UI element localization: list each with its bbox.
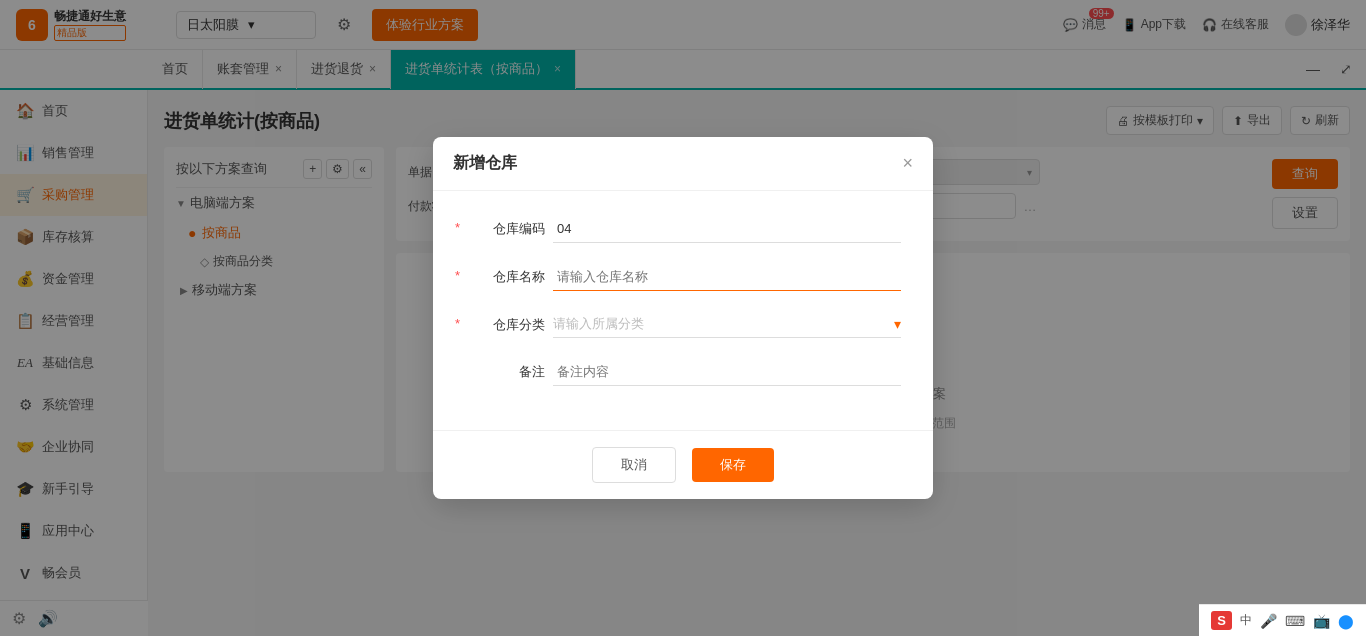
- name-input[interactable]: [553, 263, 901, 291]
- note-input[interactable]: [553, 358, 901, 386]
- name-label: 仓库名称: [465, 268, 545, 286]
- note-label: 备注: [465, 363, 545, 381]
- modal-header: 新增仓库 ×: [433, 137, 933, 191]
- circle-icon[interactable]: ⬤: [1338, 613, 1354, 629]
- form-row-name: 仓库名称: [465, 263, 901, 291]
- category-placeholder: 请输入所属分类: [553, 315, 894, 333]
- new-warehouse-modal: 新增仓库 × 仓库编码 仓库名称 仓库分类 请输入所属分类 ▾: [433, 137, 933, 499]
- form-row-note: 备注: [465, 358, 901, 386]
- mic-icon[interactable]: 🎤: [1260, 613, 1277, 629]
- category-label: 仓库分类: [465, 316, 545, 334]
- cancel-button[interactable]: 取消: [592, 447, 676, 483]
- monitor-icon[interactable]: 📺: [1313, 613, 1330, 629]
- modal-title: 新增仓库: [453, 153, 517, 174]
- keyboard-icon[interactable]: ⌨: [1285, 613, 1305, 629]
- modal-body: 仓库编码 仓库名称 仓库分类 请输入所属分类 ▾ 备注: [433, 191, 933, 430]
- s-logo-bar: S 中 🎤 ⌨ 📺 ⬤: [1199, 604, 1366, 636]
- modal-overlay[interactable]: 新增仓库 × 仓库编码 仓库名称 仓库分类 请输入所属分类 ▾: [0, 0, 1366, 636]
- category-dropdown-icon[interactable]: ▾: [894, 316, 901, 332]
- zhong-label: 中: [1240, 612, 1252, 629]
- s-bar-icons: 🎤 ⌨ 📺 ⬤: [1260, 613, 1354, 629]
- s-logo: S: [1211, 611, 1232, 630]
- code-input[interactable]: [553, 215, 901, 243]
- save-button[interactable]: 保存: [692, 448, 774, 482]
- form-row-category: 仓库分类 请输入所属分类 ▾: [465, 311, 901, 338]
- form-row-code: 仓库编码: [465, 215, 901, 243]
- code-label: 仓库编码: [465, 220, 545, 238]
- modal-close-button[interactable]: ×: [902, 153, 913, 174]
- category-wrap: 请输入所属分类 ▾: [553, 311, 901, 338]
- modal-footer: 取消 保存: [433, 430, 933, 499]
